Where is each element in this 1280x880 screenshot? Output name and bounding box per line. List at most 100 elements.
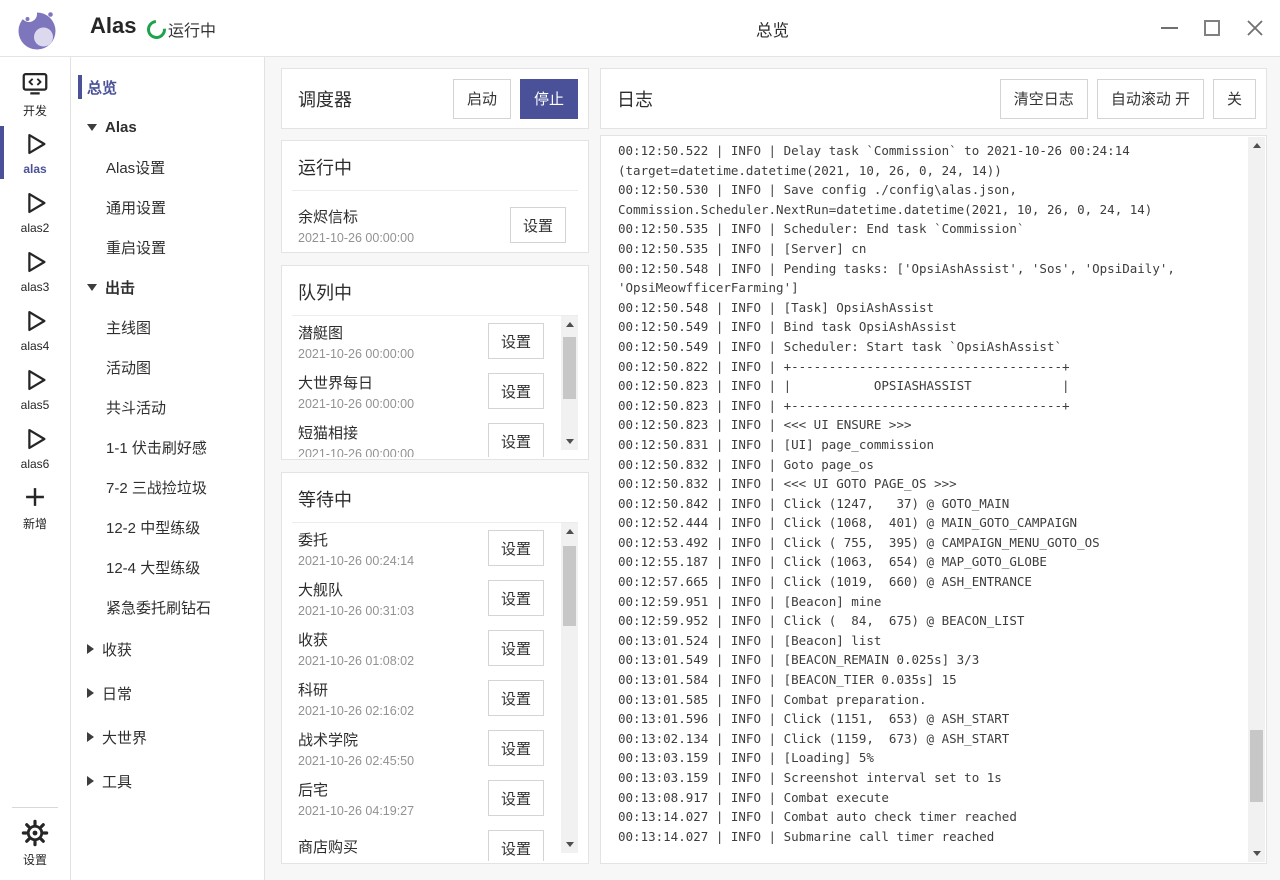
task-row: 大世界每日 2021-10-26 00:00:00 设置 [298,366,544,416]
rail-item-add[interactable]: 新增 [0,477,70,536]
title-bar: Alas 运行中 总览 [0,0,1280,57]
rail-instance-label: alas5 [21,398,50,412]
rail-instance[interactable]: alas4 [0,300,70,359]
log-scrollbar [1248,137,1265,862]
menu-item-label: 通用设置 [106,197,166,218]
menu-item[interactable]: 7-2 三战捡垃圾 [71,467,264,507]
task-row: 短猫相接 2021-10-26 00:00:00 设置 [298,416,544,457]
menu-item[interactable]: 大世界 [71,715,264,759]
scheduler-start-button[interactable]: 启动 [453,79,511,119]
menu-item-label: 活动图 [106,357,151,378]
pending-title: 队列中 [282,266,588,315]
play-icon [20,247,50,277]
task-settings-button[interactable]: 设置 [488,323,544,359]
task-row: 余烬信标 2021-10-26 00:00:00 设置 [298,197,566,253]
rail-item-settings[interactable]: 设置 [0,812,70,874]
menu-item[interactable]: 共斗活动 [71,387,264,427]
task-settings-button[interactable]: 设置 [488,530,544,566]
task-settings-button[interactable]: 设置 [488,730,544,766]
scroll-up-button[interactable] [561,523,578,540]
scrollbar-thumb[interactable] [1250,730,1263,802]
menu-item-label: 总览 [87,77,117,98]
task-settings-button[interactable]: 设置 [488,680,544,716]
log-line: 00:12:50.823 | INFO | +-----------------… [618,396,1240,416]
scroll-up-button[interactable] [561,316,578,333]
task-next-run: 2021-10-26 01:08:02 [298,654,414,668]
rail-item-dev[interactable]: 开发 [0,64,70,123]
menu-item[interactable]: 紧急委托刷钻石 [71,587,264,627]
menu-item[interactable]: 日常 [71,671,264,715]
chevron-right-icon [87,732,94,742]
task-settings-button[interactable]: 设置 [510,207,566,243]
menu-item[interactable]: 收获 [71,627,264,671]
autoscroll-on-button[interactable]: 自动滚动 开 [1097,79,1204,119]
menu-item-label: 12-4 大型练级 [106,557,200,578]
rail-instance[interactable]: alas3 [0,241,70,300]
log-line: Commission.Scheduler.NextRun=datetime.da… [618,200,1240,220]
log-line: 'OpsiMeowfficerFarming'] [618,278,1240,298]
rail-instance-label: alas2 [21,221,50,235]
scheduler-stop-button[interactable]: 停止 [520,79,578,119]
task-settings-button[interactable]: 设置 [488,423,544,457]
menu-item[interactable]: Alas [71,107,264,147]
rail-instance[interactable]: alas2 [0,182,70,241]
main-content: 调度器 启动 停止 运行中 余烬信标 2021-10-26 00:00:00 设… [265,57,1280,880]
clear-log-button[interactable]: 清空日志 [1000,79,1088,119]
maximize-button[interactable] [1195,12,1229,44]
scroll-down-button[interactable] [561,433,578,450]
task-next-run: 2021-10-26 00:00:00 [298,447,414,458]
menu-item[interactable]: 主线图 [71,307,264,347]
menu-item-label: 日常 [102,683,132,704]
scheduler-status: 运行中 [147,17,216,41]
task-name: 潜艇图 [298,322,414,343]
rail-instance-label: alas6 [21,457,50,471]
scrollbar-track [561,540,578,836]
log-line: 00:12:57.665 | INFO | Click (1019, 660) … [618,572,1240,592]
rail-instance-label: alas [23,162,46,176]
chevron-right-icon [87,644,94,654]
minimize-button[interactable] [1152,12,1186,44]
log-line: 00:13:03.159 | INFO | Screenshot interva… [618,768,1240,788]
task-next-run: 2021-10-26 04:19:27 [298,804,414,818]
log-line: 00:12:50.535 | INFO | [Server] cn [618,239,1240,259]
task-settings-button[interactable]: 设置 [488,830,544,861]
task-info: 委托 2021-10-26 00:24:14 [298,529,414,568]
autoscroll-off-button[interactable]: 关 [1213,79,1256,119]
task-info: 收获 2021-10-26 01:08:02 [298,629,414,668]
menu-item-label: 重启设置 [106,237,166,258]
task-name: 委托 [298,529,414,550]
task-settings-button[interactable]: 设置 [488,630,544,666]
scroll-down-button[interactable] [561,836,578,853]
log-line: 00:12:52.444 | INFO | Click (1068, 401) … [618,513,1240,533]
menu-item[interactable]: 12-4 大型练级 [71,547,264,587]
task-settings-button[interactable]: 设置 [488,780,544,816]
menu-item[interactable]: Alas设置 [71,147,264,187]
task-settings-button[interactable]: 设置 [488,580,544,616]
menu-item[interactable]: 重启设置 [71,227,264,267]
menu-item[interactable]: 总览 [71,67,264,107]
menu-item[interactable]: 出击 [71,267,264,307]
rail-instance[interactable]: alas6 [0,418,70,477]
log-line: 00:13:01.596 | INFO | Click (1151, 653) … [618,709,1240,729]
menu-item[interactable]: 通用设置 [71,187,264,227]
log-output[interactable]: 00:12:50.522 | INFO | Delay task `Commis… [618,141,1240,861]
task-settings-button[interactable]: 设置 [488,373,544,409]
code-monitor-icon [20,69,50,99]
menu-item[interactable]: 工具 [71,759,264,803]
rail-instance[interactable]: alas5 [0,359,70,418]
menu-item[interactable]: 1-1 伏击刷好感 [71,427,264,467]
log-line: 00:12:50.548 | INFO | [Task] OpsiAshAssi… [618,298,1240,318]
scroll-up-button[interactable] [1248,137,1265,154]
chevron-down-icon [87,284,97,291]
log-line: 00:12:50.549 | INFO | Scheduler: Start t… [618,337,1240,357]
close-button[interactable] [1238,12,1272,44]
log-line: 00:13:01.585 | INFO | Combat preparation… [618,690,1240,710]
waiting-scrollbar [561,523,578,853]
scrollbar-thumb[interactable] [563,337,576,399]
scrollbar-thumb[interactable] [563,546,576,626]
menu-item[interactable]: 活动图 [71,347,264,387]
scroll-down-button[interactable] [1248,845,1265,862]
rail-instance[interactable]: alas [0,123,70,182]
menu-item[interactable]: 12-2 中型练级 [71,507,264,547]
log-line: 00:13:08.917 | INFO | Combat execute [618,788,1240,808]
